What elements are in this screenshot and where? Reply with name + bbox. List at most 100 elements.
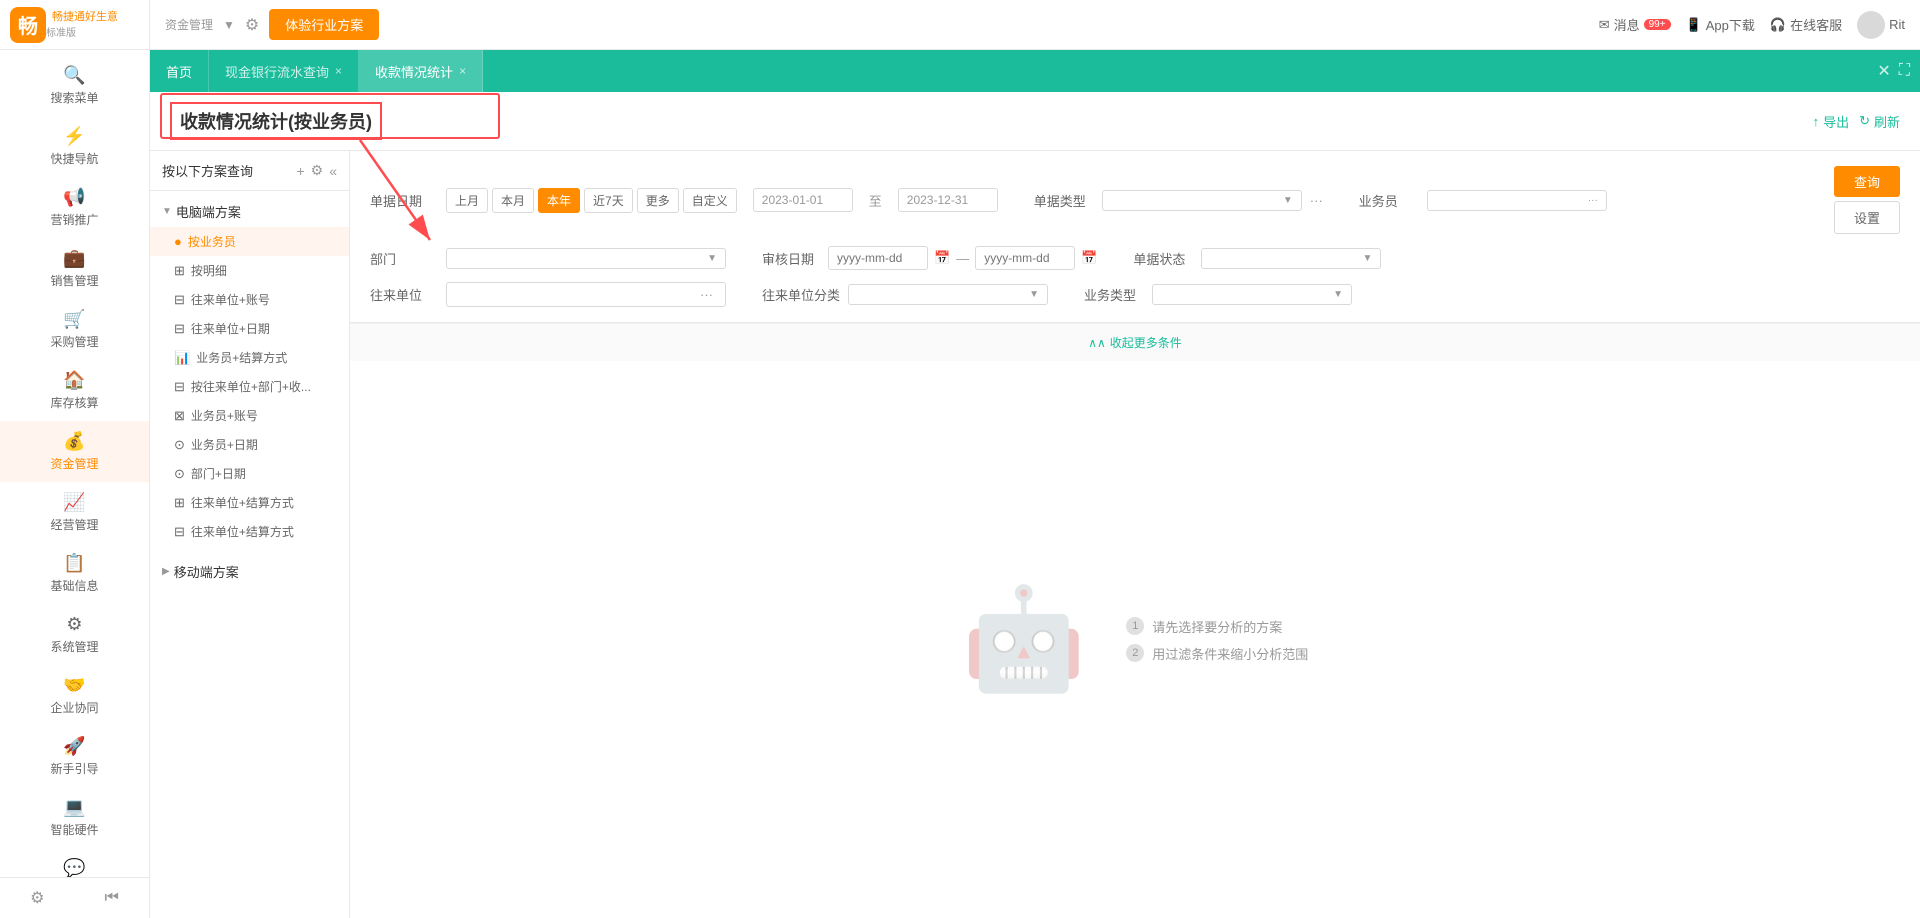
tab-collection-stats-close[interactable]: ×	[459, 64, 466, 78]
sidebar-item-basicinfo[interactable]: 📋 基础信息	[0, 543, 149, 604]
this-year-btn[interactable]: 本年	[538, 188, 580, 213]
inventory-icon: 🏠	[63, 370, 85, 391]
prev-month-btn[interactable]: 上月	[446, 188, 488, 213]
partner-more-icon[interactable]: ···	[700, 287, 713, 302]
user-name: Rit	[1889, 17, 1905, 32]
user-info[interactable]: Rit	[1857, 11, 1905, 39]
partner-dept-label: 按往来单位+部门+收...	[191, 378, 311, 395]
online-service-btn[interactable]: 🎧 在线客服	[1770, 15, 1842, 34]
review-date-to[interactable]	[975, 246, 1075, 270]
doc-status-select[interactable]: ▼	[1201, 248, 1381, 269]
partner-select[interactable]: ···	[446, 282, 726, 307]
tree-item-partner-dept[interactable]: ⊟ 按往来单位+部门+收...	[150, 372, 349, 401]
add-scheme-icon[interactable]: +	[296, 163, 304, 179]
tab-collection-stats-label: 收款情况统计	[375, 62, 453, 81]
breadcrumb-chevron[interactable]: ▼	[223, 18, 235, 32]
custom-date-btn[interactable]: 自定义	[683, 188, 737, 213]
tree-item-salesman-date[interactable]: ⊙ 业务员+日期	[150, 430, 349, 459]
trial-button[interactable]: 体验行业方案	[269, 9, 379, 40]
sidebar-item-inventory[interactable]: 🏠 库存核算	[0, 360, 149, 421]
service-icon: 🎧	[1770, 17, 1786, 33]
filter-row-2: 部门 ▼ 审核日期 📅 — 📅	[370, 246, 1900, 270]
date-to-input[interactable]	[898, 188, 998, 212]
mobile-scheme-header[interactable]: ▶ 移动端方案	[150, 556, 349, 587]
tab-bank-flow-close[interactable]: ×	[335, 64, 342, 78]
refresh-icon: ↻	[1859, 113, 1870, 129]
settings-bottom-icon[interactable]: ⚙	[30, 888, 44, 908]
sidebar-item-operations[interactable]: 📈 经营管理	[0, 482, 149, 543]
filter-row-3: 往来单位 ··· 往来单位分类 ▼	[370, 282, 1900, 307]
tree-item-salesman-account[interactable]: ⊠ 业务员+账号	[150, 401, 349, 430]
empty-state: 🤖 1 请先选择要分析的方案 2 用过滤条件来缩小分析范围	[350, 361, 1920, 918]
sidebar-item-purchase[interactable]: 🛒 采购管理	[0, 299, 149, 360]
calendar-icon-1[interactable]: 📅	[934, 250, 950, 266]
tab-close-all-icon[interactable]: ✕	[1877, 61, 1890, 81]
content-body: 按以下方案查询 + ⚙ « ▼ 电脑端方案 ●	[150, 151, 1920, 918]
tree-item-dept-date[interactable]: ⊙ 部门+日期	[150, 459, 349, 488]
breadcrumb-text: 资金管理	[165, 16, 213, 33]
message-btn[interactable]: ✉ 消息 99+	[1599, 15, 1671, 34]
collapse-icon: ∧∧	[1088, 336, 1106, 350]
partner-category-select[interactable]: ▼	[848, 284, 1048, 305]
sidebar-item-guide[interactable]: 🚀 新手引导	[0, 726, 149, 787]
date-from-input[interactable]	[753, 188, 853, 212]
tree-item-by-detail[interactable]: ⊞ 按明细	[150, 256, 349, 285]
hardware-icon: 💻	[63, 797, 85, 818]
doc-type-select[interactable]: ▼	[1102, 190, 1302, 211]
sidebar-item-wechat[interactable]: 💬 企业微信	[0, 848, 149, 877]
salesman-select[interactable]: ···	[1427, 190, 1607, 211]
sidebar-item-finance[interactable]: 💰 资金管理	[0, 421, 149, 482]
app-download-btn[interactable]: 📱 App下载	[1686, 15, 1755, 34]
page-header: 收款情况统计(按业务员) ↑ 导出 ↻ 刷新	[150, 92, 1920, 151]
review-date-from[interactable]	[828, 246, 928, 270]
app-header: 资金管理 ▼ ⚙ 体验行业方案 ✉ 消息 99+ 📱 App下载 🎧 在线客服	[150, 0, 1920, 50]
tree-item-partner-date[interactable]: ⊟ 往来单位+日期	[150, 314, 349, 343]
collapse-bar[interactable]: ∧∧ 收起更多条件	[350, 323, 1920, 361]
export-button[interactable]: ↑ 导出	[1813, 112, 1850, 131]
sidebar-nav: 🔍 搜索菜单 ⚡ 快捷导航 📢 营销推广 💼 销售管理 🛒 采购管理 🏠	[0, 50, 149, 877]
query-button[interactable]: 查询	[1834, 166, 1900, 197]
tab-expand-icon[interactable]: ⛶	[1899, 62, 1910, 80]
salesman-settlement-icon: 📊	[174, 350, 190, 366]
tab-home[interactable]: 首页	[150, 50, 209, 92]
tab-bank-flow[interactable]: 现金银行流水查询 ×	[209, 50, 359, 92]
doc-type-arrow: ▼	[1283, 195, 1293, 206]
tree-item-partner-settle2[interactable]: ⊟ 往来单位+结算方式	[150, 517, 349, 546]
sidebar-item-sales[interactable]: 💼 销售管理	[0, 238, 149, 299]
tree-item-salesman-settlement[interactable]: 📊 业务员+结算方式	[150, 343, 349, 372]
header-settings-icon[interactable]: ⚙	[245, 15, 259, 35]
sidebar-item-marketing[interactable]: 📢 营销推广	[0, 177, 149, 238]
tree-item-by-salesman[interactable]: ● 按业务员	[150, 227, 349, 256]
mobile-scheme-arrow: ▶	[162, 566, 170, 577]
mobile-scheme-label: 移动端方案	[174, 562, 239, 581]
sidebar-item-hardware[interactable]: 💻 智能硬件	[0, 787, 149, 848]
page-title: 收款情况统计(按业务员)	[170, 102, 382, 140]
refresh-button[interactable]: ↻ 刷新	[1859, 112, 1900, 131]
collapse-sidebar-icon[interactable]: ⏮	[105, 889, 119, 907]
tree-item-partner-settle1[interactable]: ⊞ 往来单位+结算方式	[150, 488, 349, 517]
this-month-btn[interactable]: 本月	[492, 188, 534, 213]
desktop-scheme-header[interactable]: ▼ 电脑端方案	[150, 196, 349, 227]
tab-collection-stats[interactable]: 收款情况统计 ×	[359, 50, 483, 92]
set-button[interactable]: 设置	[1834, 201, 1900, 234]
last7days-btn[interactable]: 近7天	[584, 188, 633, 213]
sidebar-item-system[interactable]: ⚙ 系统管理	[0, 604, 149, 665]
doc-type-more-icon[interactable]: ···	[1310, 193, 1323, 208]
collapse-panel-icon[interactable]: «	[329, 163, 337, 179]
main-area: 资金管理 ▼ ⚙ 体验行业方案 ✉ 消息 99+ 📱 App下载 🎧 在线客服	[150, 0, 1920, 918]
empty-tip-2: 2 用过滤条件来缩小分析范围	[1126, 644, 1308, 663]
scheme-settings-icon[interactable]: ⚙	[311, 162, 324, 179]
sidebar-item-enterprise[interactable]: 🤝 企业协同	[0, 665, 149, 726]
tree-item-partner-account[interactable]: ⊟ 往来单位+账号	[150, 285, 349, 314]
sidebar-item-search[interactable]: 🔍 搜索菜单	[0, 55, 149, 116]
calendar-icon-2[interactable]: 📅	[1081, 250, 1097, 266]
tip-text-1: 请先选择要分析的方案	[1152, 617, 1282, 636]
left-panel-title: 按以下方案查询	[162, 161, 253, 180]
basicinfo-icon: 📋	[63, 553, 85, 574]
sidebar: 畅 畅捷通好生意 标准版 🔍 搜索菜单 ⚡ 快捷导航 📢 营销推广 💼 销	[0, 0, 150, 918]
sidebar-item-quicknav[interactable]: ⚡ 快捷导航	[0, 116, 149, 177]
biz-type-select[interactable]: ▼	[1152, 284, 1352, 305]
desktop-scheme-arrow: ▼	[162, 206, 172, 217]
dept-select[interactable]: ▼	[446, 248, 726, 269]
more-date-btn[interactable]: 更多	[637, 188, 679, 213]
